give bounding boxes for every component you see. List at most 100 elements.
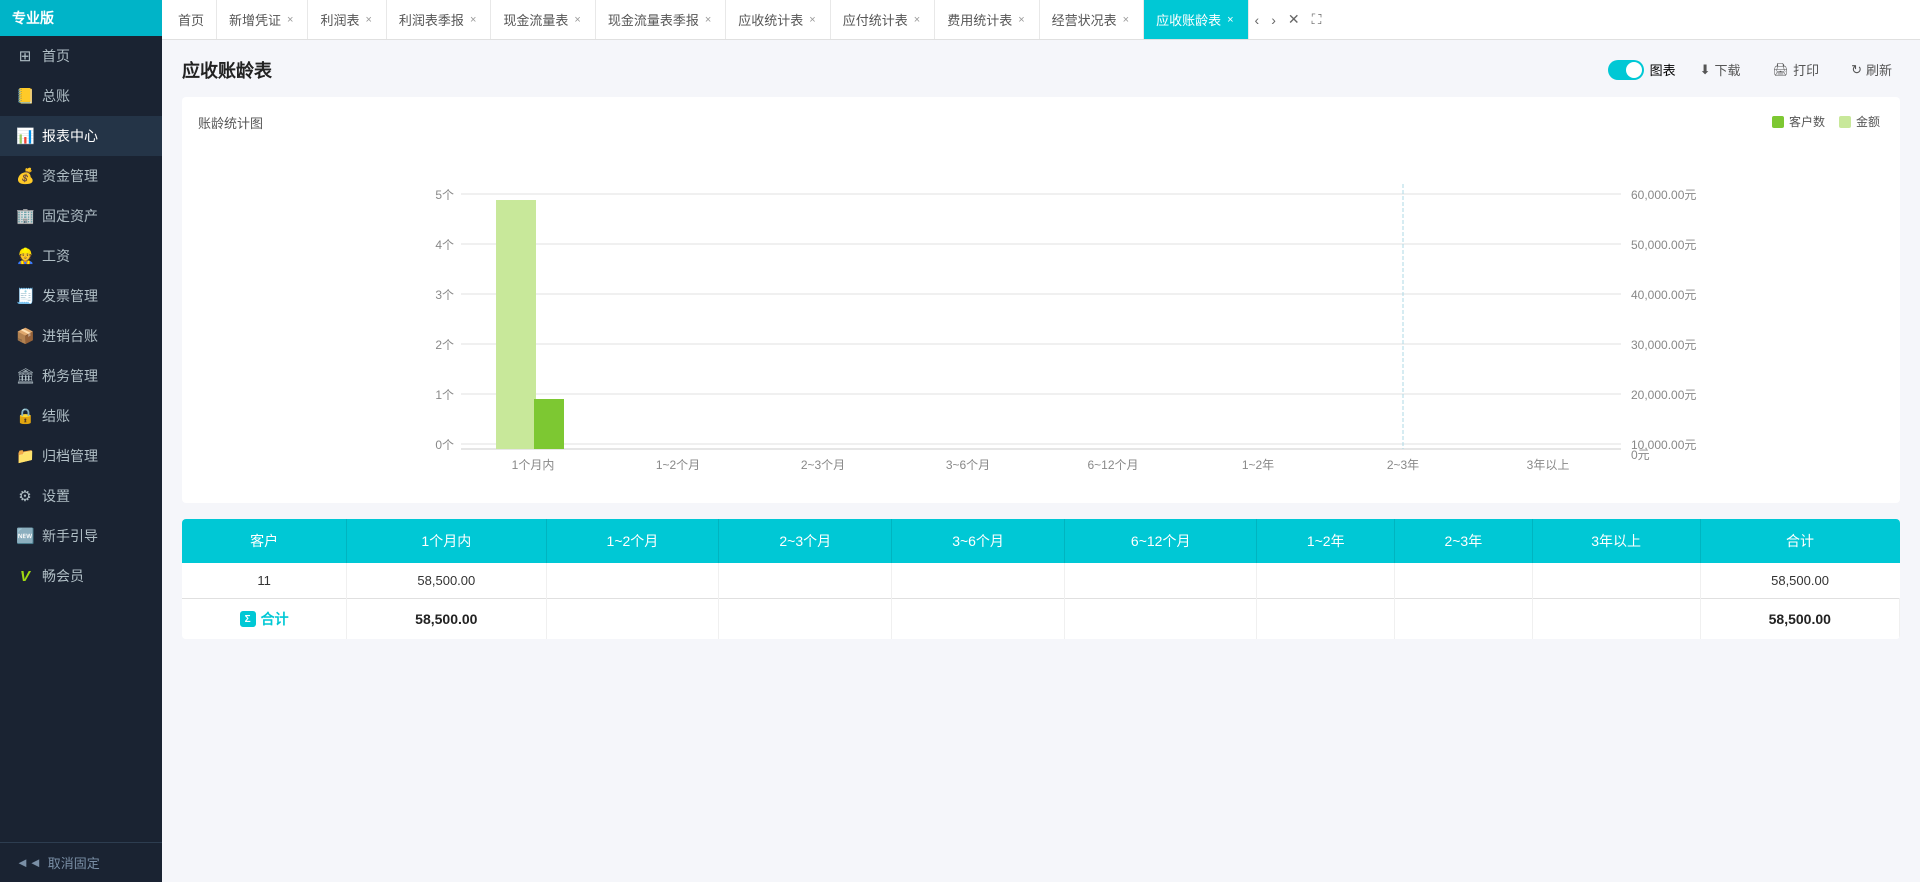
col-header-m23: 2~3个月 (719, 519, 892, 563)
footer-over3 (1532, 599, 1700, 640)
tab-ap-stats[interactable]: 应付统计表 × (831, 0, 935, 39)
tab-close-profit-quarterly[interactable]: × (468, 13, 478, 27)
sidebar-item-home[interactable]: ⊞ 首页 (0, 36, 162, 76)
sidebar-item-invoices[interactable]: 🧾 发票管理 (0, 276, 162, 316)
cell-m612 (1064, 563, 1256, 599)
cell-m23 (719, 563, 892, 599)
app-logo: 专业版 (0, 0, 162, 36)
tab-next-button[interactable]: › (1265, 8, 1282, 32)
tab-voucher[interactable]: 新增凭证 × (217, 0, 308, 39)
col-header-y23: 2~3年 (1395, 519, 1533, 563)
footer-total: 58,500.00 (1700, 599, 1899, 640)
tab-close-cashflow-quarterly[interactable]: × (703, 13, 713, 27)
sidebar-item-closing[interactable]: 🔒 结账 (0, 396, 162, 436)
guide-icon: 🆕 (16, 527, 34, 545)
sidebar-item-settings[interactable]: ⚙ 设置 (0, 476, 162, 516)
table-footer-row: Σ 合计 58,500.00 58,500.00 (182, 599, 1900, 640)
col-header-m612: 6~12个月 (1064, 519, 1256, 563)
tab-close-cashflow[interactable]: × (572, 13, 582, 27)
footer-m1: 58,500.00 (347, 599, 546, 640)
footer-m36 (892, 599, 1065, 640)
sidebar-item-member[interactable]: V 畅会员 (0, 556, 162, 596)
tab-ar-aging[interactable]: 应收账龄表 × (1144, 0, 1248, 39)
toggle-thumb (1626, 62, 1642, 78)
unpin-icon: ◄◄ (16, 855, 42, 870)
home-icon: ⊞ (16, 47, 34, 65)
col-header-over3: 3年以上 (1532, 519, 1700, 563)
download-button[interactable]: ⬇ 下载 (1692, 56, 1749, 83)
cell-m12 (546, 563, 719, 599)
tab-close-ar-aging[interactable]: × (1225, 13, 1235, 27)
cell-over3 (1532, 563, 1700, 599)
sidebar-item-funds[interactable]: 💰 资金管理 (0, 156, 162, 196)
reports-icon: 📊 (16, 127, 34, 145)
member-icon: V (16, 568, 34, 585)
tab-close-expense-stats[interactable]: × (1016, 13, 1026, 27)
tab-close-voucher[interactable]: × (285, 13, 295, 27)
tab-cashflow-quarterly[interactable]: 现金流量表季报 × (596, 0, 726, 39)
print-button[interactable]: 🖨 打印 (1765, 56, 1828, 83)
footer-m612 (1064, 599, 1256, 640)
tab-business-status[interactable]: 经营状况表 × (1040, 0, 1144, 39)
tab-cashflow[interactable]: 现金流量表 × (491, 0, 595, 39)
sidebar-item-ledger[interactable]: 📒 总账 (0, 76, 162, 116)
sidebar-item-archive[interactable]: 📁 归档管理 (0, 436, 162, 476)
refresh-button[interactable]: ↻ 刷新 (1843, 56, 1900, 83)
footer-y23 (1395, 599, 1533, 640)
download-icon: ⬇ (1700, 62, 1711, 78)
tab-home[interactable]: 首页 (166, 0, 217, 39)
svg-text:5个: 5个 (435, 188, 454, 202)
table-row: 11 58,500.00 58,500.00 (182, 563, 1900, 599)
closing-icon: 🔒 (16, 407, 34, 425)
footer-m12 (546, 599, 719, 640)
unpin-button[interactable]: ◄◄ 取消固定 (0, 842, 162, 882)
tab-profit[interactable]: 利润表 × (308, 0, 386, 39)
col-header-m12: 1~2个月 (546, 519, 719, 563)
funds-icon: 💰 (16, 167, 34, 185)
cell-m1: 58,500.00 (347, 563, 546, 599)
svg-text:3年以上: 3年以上 (1527, 458, 1570, 472)
svg-text:2~3年: 2~3年 (1387, 458, 1419, 472)
sidebar-item-payroll[interactable]: 👷 工资 (0, 236, 162, 276)
svg-text:3个: 3个 (435, 288, 454, 302)
chart-title: 账龄统计图 (198, 113, 1884, 132)
tab-prev-button[interactable]: ‹ (1249, 8, 1266, 32)
chart-toggle[interactable]: 图表 (1608, 60, 1676, 80)
tab-ar-stats[interactable]: 应收统计表 × (726, 0, 830, 39)
tab-expense-stats[interactable]: 费用统计表 × (935, 0, 1039, 39)
toggle-track[interactable] (1608, 60, 1644, 80)
cell-y12 (1257, 563, 1395, 599)
tab-close-profit[interactable]: × (363, 13, 373, 27)
tab-close-ap-stats[interactable]: × (912, 13, 922, 27)
payroll-icon: 👷 (16, 247, 34, 265)
sidebar-item-assets[interactable]: 🏢 固定资产 (0, 196, 162, 236)
chart-svg: 5个 4个 3个 2个 1个 0个 60,000.00元 50,000.00元 … (198, 144, 1884, 484)
svg-text:1个月内: 1个月内 (512, 458, 555, 472)
svg-text:40,000.00元: 40,000.00元 (1631, 288, 1696, 302)
svg-text:1~2年: 1~2年 (1242, 458, 1274, 472)
svg-text:6~12个月: 6~12个月 (1087, 458, 1138, 472)
tab-profit-quarterly[interactable]: 利润表季报 × (387, 0, 491, 39)
svg-text:30,000.00元: 30,000.00元 (1631, 338, 1696, 352)
tab-close-all-button[interactable]: ✕ (1282, 7, 1306, 32)
tab-close-ar-stats[interactable]: × (807, 13, 817, 27)
tab-close-business-status[interactable]: × (1121, 13, 1131, 27)
sidebar-item-guide[interactable]: 🆕 新手引导 (0, 516, 162, 556)
cell-y23 (1395, 563, 1533, 599)
sidebar-item-purchases[interactable]: 📦 进销台账 (0, 316, 162, 356)
svg-text:1个: 1个 (435, 388, 454, 402)
svg-text:4个: 4个 (435, 238, 454, 252)
legend-amount: 金额 (1839, 113, 1880, 130)
cell-m36 (892, 563, 1065, 599)
sidebar-item-reports[interactable]: 📊 报表中心 (0, 116, 162, 156)
tab-maximize-button[interactable]: ⛶ (1306, 7, 1328, 32)
invoices-icon: 🧾 (16, 287, 34, 305)
total-icon: Σ (240, 611, 256, 627)
footer-y12 (1257, 599, 1395, 640)
col-header-m36: 3~6个月 (892, 519, 1065, 563)
chart-container: 账龄统计图 客户数 金额 5个 4个 3个 2个 1个 (182, 97, 1900, 503)
cell-total: 58,500.00 (1700, 563, 1899, 599)
tab-bar: 首页 新增凭证 × 利润表 × 利润表季报 × 现金流量表 × 现金流量表季报 … (162, 0, 1920, 40)
page-title: 应收账龄表 (182, 57, 272, 83)
sidebar-item-tax[interactable]: 🏛 税务管理 (0, 356, 162, 396)
